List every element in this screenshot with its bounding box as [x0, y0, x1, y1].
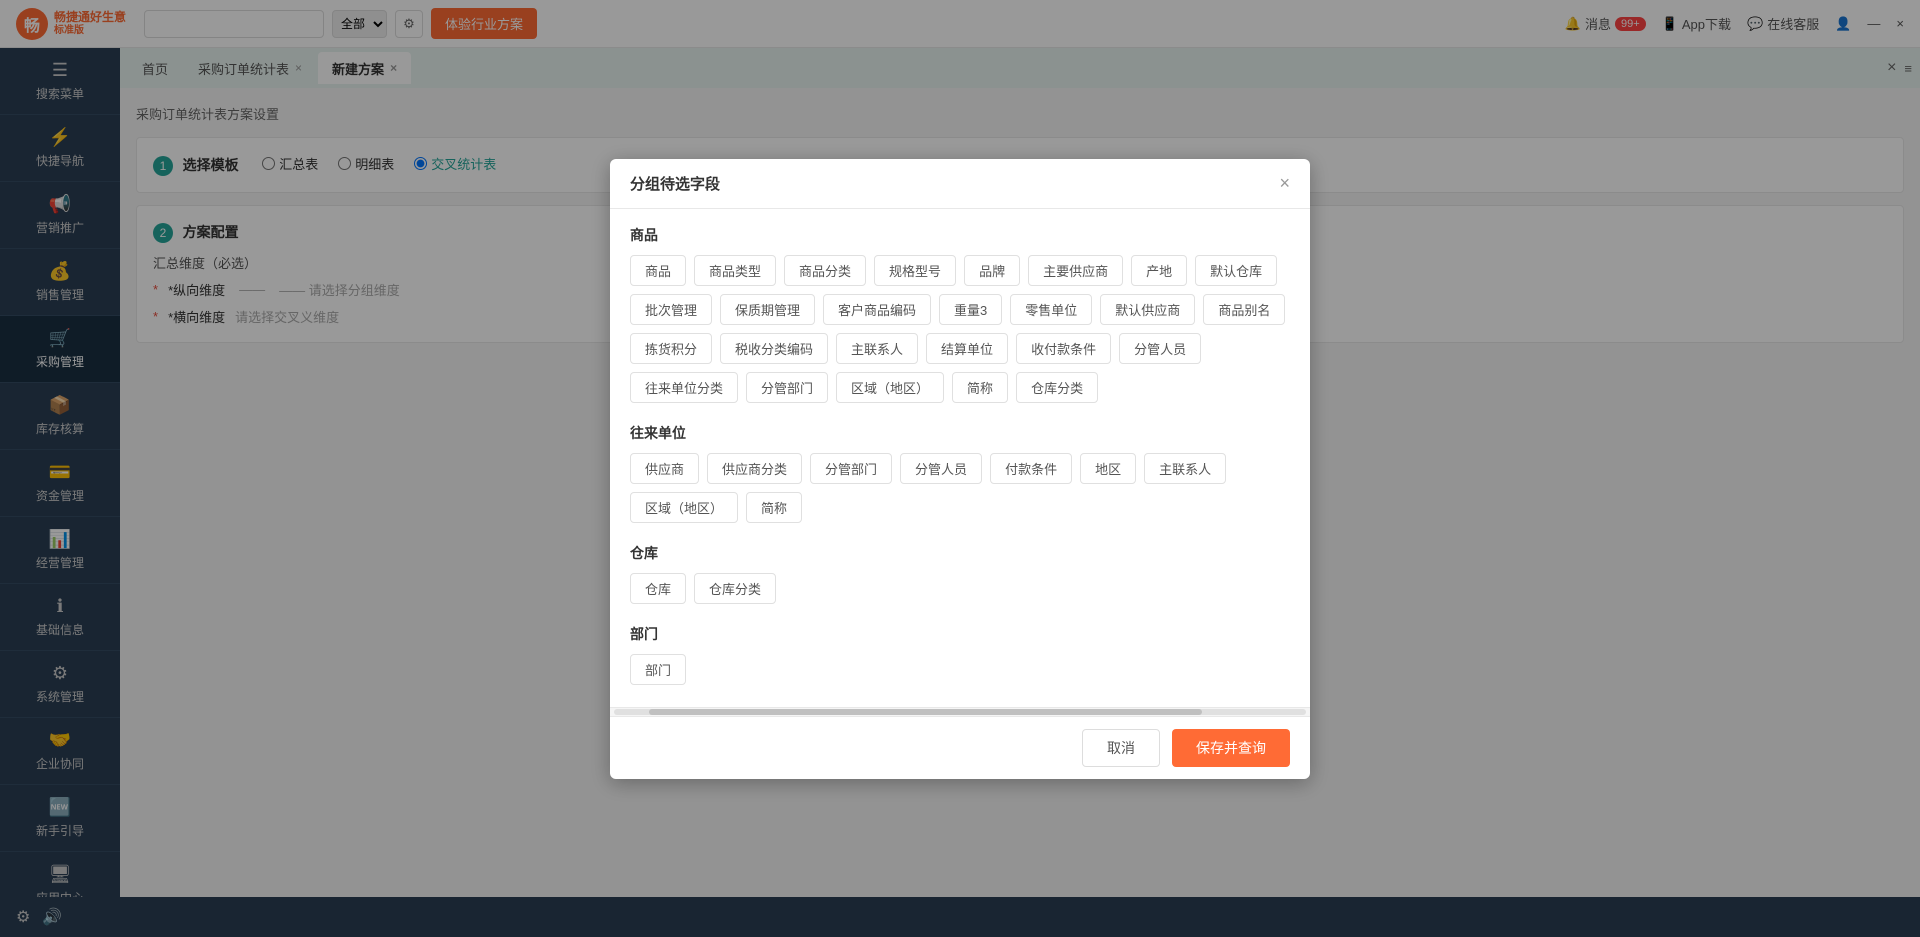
section-goods-tags: 商品 商品类型 商品分类 规格型号 品牌 主要供应商 产地 默认仓库 批次管理 …	[630, 255, 1290, 403]
section-goods: 商品 商品 商品类型 商品分类 规格型号 品牌 主要供应商 产地 默认仓库 批次…	[630, 225, 1290, 403]
section-warehouse: 仓库 仓库 仓库分类	[630, 543, 1290, 604]
field-tag-supplier[interactable]: 供应商	[630, 453, 699, 484]
field-tag-brand[interactable]: 品牌	[964, 255, 1020, 286]
field-tag-dept-managed[interactable]: 分管部门	[746, 372, 828, 403]
field-tag-warehouse[interactable]: 仓库	[630, 573, 686, 604]
field-tag-tax-code[interactable]: 税收分类编码	[720, 333, 828, 364]
modal-hscroll	[610, 707, 1310, 715]
field-tag-warehouse-category[interactable]: 仓库分类	[694, 573, 776, 604]
field-tag-payment-terms[interactable]: 收付款条件	[1016, 333, 1111, 364]
field-tag-unit-category[interactable]: 往来单位分类	[630, 372, 738, 403]
section-goods-title: 商品	[630, 225, 1290, 245]
field-tag-supplier-category[interactable]: 供应商分类	[707, 453, 802, 484]
cancel-button[interactable]: 取消	[1082, 729, 1160, 767]
field-tag-expiry-mgmt[interactable]: 保质期管理	[720, 294, 815, 325]
field-tag-default-warehouse[interactable]: 默认仓库	[1195, 255, 1277, 286]
field-tag-pay-terms[interactable]: 付款条件	[990, 453, 1072, 484]
field-tag-warehouse-category1[interactable]: 仓库分类	[1016, 372, 1098, 403]
field-tag-weight3[interactable]: 重量3	[939, 294, 1002, 325]
section-dept-tags: 部门	[630, 654, 1290, 685]
section-partners-tags: 供应商 供应商分类 分管部门 分管人员 付款条件 地区 主联系人 区域（地区） …	[630, 453, 1290, 523]
modal-footer: 取消 保存并查询	[610, 716, 1310, 779]
modal-close-button[interactable]: ×	[1279, 173, 1290, 194]
section-warehouse-title: 仓库	[630, 543, 1290, 563]
field-tag-managed-by[interactable]: 分管人员	[1119, 333, 1201, 364]
field-tag-origin[interactable]: 产地	[1131, 255, 1187, 286]
field-tag-spec-model[interactable]: 规格型号	[874, 255, 956, 286]
section-warehouse-tags: 仓库 仓库分类	[630, 573, 1290, 604]
section-dept-title: 部门	[630, 624, 1290, 644]
modal-dialog: 分组待选字段 × 商品 商品 商品类型 商品分类 规格型号 品牌 主要供应商 产…	[610, 159, 1310, 779]
field-tag-main-contact[interactable]: 主联系人	[836, 333, 918, 364]
field-tag-retail-unit[interactable]: 零售单位	[1010, 294, 1092, 325]
field-tag-area[interactable]: 地区	[1080, 453, 1136, 484]
field-tag-default-supplier[interactable]: 默认供应商	[1100, 294, 1195, 325]
field-tag-goods-type[interactable]: 商品类型	[694, 255, 776, 286]
modal-header: 分组待选字段 ×	[610, 159, 1310, 209]
field-tag-settlement-unit[interactable]: 结算单位	[926, 333, 1008, 364]
field-tag-batch-mgmt[interactable]: 批次管理	[630, 294, 712, 325]
field-tag-dept[interactable]: 部门	[630, 654, 686, 685]
confirm-button[interactable]: 保存并查询	[1172, 729, 1290, 767]
modal-title: 分组待选字段	[630, 173, 720, 194]
field-tag-person2[interactable]: 分管人员	[900, 453, 982, 484]
modal-body: 商品 商品 商品类型 商品分类 规格型号 品牌 主要供应商 产地 默认仓库 批次…	[610, 209, 1310, 708]
field-tag-region2[interactable]: 区域（地区）	[630, 492, 738, 523]
field-tag-region1[interactable]: 区域（地区）	[836, 372, 944, 403]
section-dept: 部门 部门	[630, 624, 1290, 685]
field-tag-pick-points[interactable]: 拣货积分	[630, 333, 712, 364]
section-partners: 往来单位 供应商 供应商分类 分管部门 分管人员 付款条件 地区 主联系人 区域…	[630, 423, 1290, 523]
field-tag-goods-category[interactable]: 商品分类	[784, 255, 866, 286]
section-partners-title: 往来单位	[630, 423, 1290, 443]
field-tag-customer-code[interactable]: 客户商品编码	[823, 294, 931, 325]
field-tag-dept2[interactable]: 分管部门	[810, 453, 892, 484]
field-tag-goods[interactable]: 商品	[630, 255, 686, 286]
field-tag-main-contact2[interactable]: 主联系人	[1144, 453, 1226, 484]
field-tag-short-name1[interactable]: 简称	[952, 372, 1008, 403]
modal-overlay: 分组待选字段 × 商品 商品 商品类型 商品分类 规格型号 品牌 主要供应商 产…	[0, 0, 1920, 937]
field-tag-alias[interactable]: 商品别名	[1203, 294, 1285, 325]
field-tag-main-supplier[interactable]: 主要供应商	[1028, 255, 1123, 286]
field-tag-short-name2[interactable]: 简称	[746, 492, 802, 523]
